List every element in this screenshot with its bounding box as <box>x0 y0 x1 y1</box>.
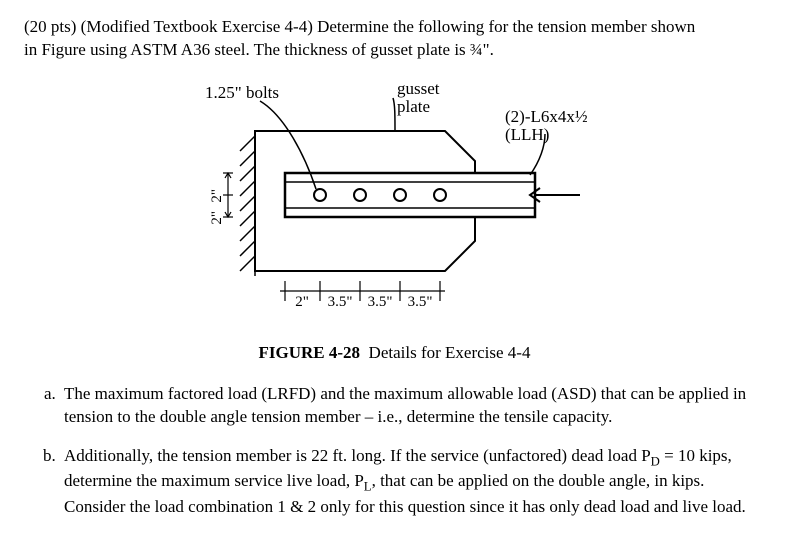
question-a: The maximum factored load (LRFD) and the… <box>60 383 765 429</box>
dim-v-top: 2" <box>209 189 225 203</box>
dim-h3: 3.5" <box>367 294 392 310</box>
points-label: (20 pts) <box>24 17 76 36</box>
prompt-line2: in Figure using ASTM A36 steel. The thic… <box>24 40 494 59</box>
figure-caption: FIGURE 4-28 Details for Exercise 4-4 <box>259 342 531 365</box>
figure-block: 1.25" bolts gusset plate (2)-L6x4x½ (LLH… <box>24 76 765 365</box>
problem-statement: (20 pts) (Modified Textbook Exercise 4-4… <box>24 16 765 62</box>
question-b: Additionally, the tension member is 22 f… <box>60 445 765 519</box>
caption-rest: Details for Exercise 4-4 <box>369 343 531 362</box>
dim-h4: 3.5" <box>407 294 432 310</box>
figure-svg: 1.25" bolts gusset plate (2)-L6x4x½ (LLH… <box>185 76 605 336</box>
exercise-ref: (Modified Textbook Exercise 4-4) <box>81 17 313 36</box>
caption-bold: FIGURE 4-28 <box>259 343 361 362</box>
prompt-line1: Determine the following for the tension … <box>317 17 695 36</box>
label-gusset-1: gusset <box>397 79 440 98</box>
question-list: The maximum factored load (LRFD) and the… <box>24 383 765 519</box>
dim-h1: 2" <box>295 294 309 310</box>
qa-text: The maximum factored load (LRFD) and the… <box>64 384 746 426</box>
dim-v-bot: 2" <box>209 211 225 225</box>
qb-sub2: L <box>364 480 372 494</box>
label-bolts: 1.25" bolts <box>205 83 279 102</box>
dim-h2: 3.5" <box>327 294 352 310</box>
label-member-1: (2)-L6x4x½ <box>505 107 588 126</box>
label-gusset-2: plate <box>397 97 430 116</box>
qb-p1: Additionally, the tension member is 22 f… <box>64 446 651 465</box>
label-member-2: (LLH) <box>505 125 549 144</box>
qb-sub1: D <box>651 454 660 468</box>
